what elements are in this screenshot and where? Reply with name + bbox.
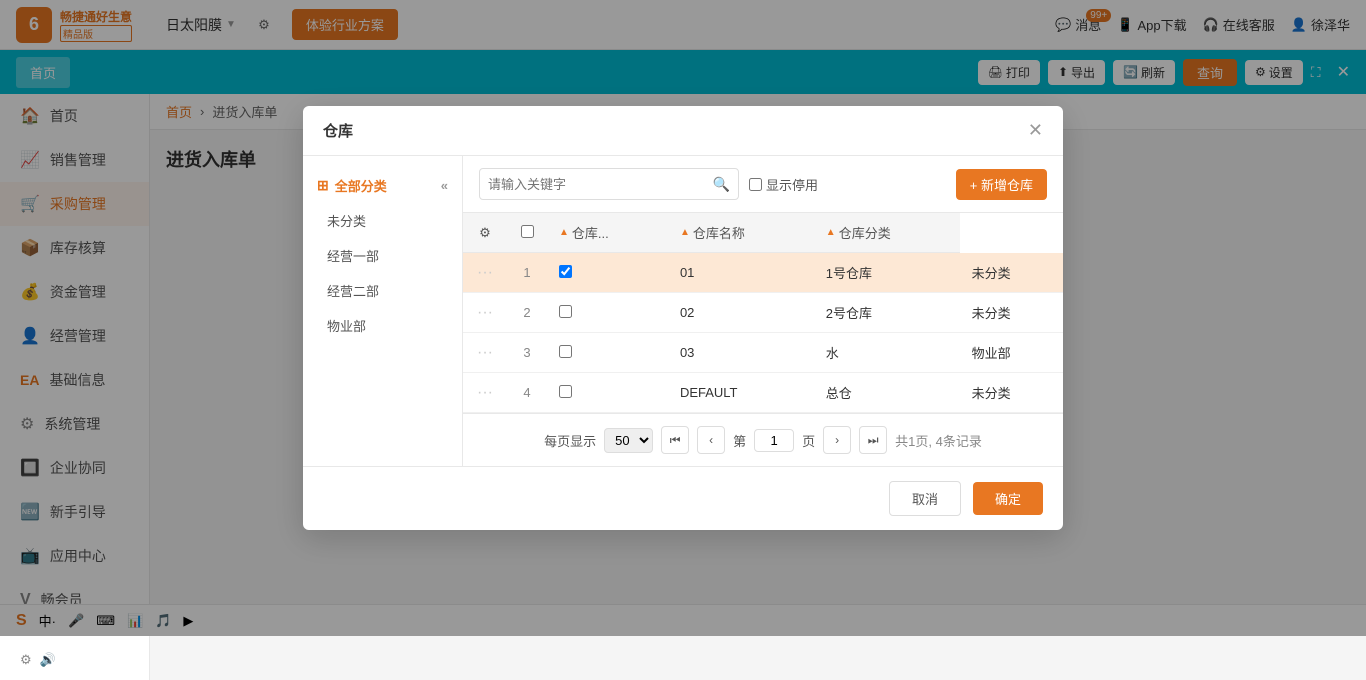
modal-header: 仓库 ✕ xyxy=(303,106,1063,156)
sort-icon-name: ▲ xyxy=(680,227,690,238)
table-header-row: ⚙ ▲ 仓库... xyxy=(463,213,1063,253)
th-checkbox xyxy=(507,213,547,253)
row-index: 4 xyxy=(507,373,547,413)
modal-close-button[interactable]: ✕ xyxy=(1028,120,1043,141)
settings-bottom-icon[interactable]: ⚙ xyxy=(20,652,32,668)
table-row[interactable]: ··· 3 03 水 物业部 xyxy=(463,333,1063,373)
table-toolbar: 🔍 显示停用 + 新增仓库 xyxy=(463,156,1063,213)
modal-body: ⊞ 全部分类 « 未分类 经营一部 经营二部 物业部 🔍 xyxy=(303,156,1063,466)
row-code: DEFAULT xyxy=(668,373,814,413)
row-actions[interactable]: ··· xyxy=(477,344,493,361)
row-checkbox-cell xyxy=(547,373,668,413)
modal-footer: 取消 确定 xyxy=(303,466,1063,530)
category-item-property[interactable]: 物业部 xyxy=(303,308,462,343)
row-code: 03 xyxy=(668,333,814,373)
page-prev-btn[interactable]: ‹ xyxy=(697,426,725,454)
category-item-ops2[interactable]: 经营二部 xyxy=(303,273,462,308)
table-row[interactable]: ··· 2 02 2号仓库 未分类 xyxy=(463,293,1063,333)
row-category: 物业部 xyxy=(960,333,1063,373)
row-num: ··· xyxy=(463,373,507,413)
category-item-uncategorized[interactable]: 未分类 xyxy=(303,203,462,238)
page-number-input[interactable] xyxy=(754,429,794,452)
sidebar-bottom: ⚙ 🔊 xyxy=(0,640,149,680)
row-category: 未分类 xyxy=(960,253,1063,293)
row-num: ··· xyxy=(463,253,507,293)
warehouse-modal: 仓库 ✕ ⊞ 全部分类 « 未分类 经营一部 经营二部 物业部 xyxy=(303,106,1063,530)
row-index: 2 xyxy=(507,293,547,333)
search-icon: 🔍 xyxy=(713,176,730,193)
row-checkbox-cell xyxy=(547,333,668,373)
row-checkbox[interactable] xyxy=(559,265,572,278)
warehouse-table: ⚙ ▲ 仓库... xyxy=(463,213,1063,413)
data-table: ⚙ ▲ 仓库... xyxy=(463,213,1063,413)
th-category: ▲ 仓库分类 xyxy=(814,213,960,253)
sort-icon-category: ▲ xyxy=(826,227,836,238)
sound-icon[interactable]: 🔊 xyxy=(40,652,56,668)
row-index: 1 xyxy=(507,253,547,293)
modal-title: 仓库 xyxy=(323,120,353,141)
page-size-select[interactable]: 50 xyxy=(604,428,653,453)
cancel-button[interactable]: 取消 xyxy=(889,481,961,516)
modal-overlay[interactable]: 仓库 ✕ ⊞ 全部分类 « 未分类 经营一部 经营二部 物业部 xyxy=(0,0,1366,636)
page-next-btn[interactable]: › xyxy=(823,426,851,454)
row-checkbox-cell xyxy=(547,293,668,333)
pagination-bar: 每页显示 50 ⏮ ‹ 第 页 › ⏭ 共1页, 4条记录 xyxy=(463,413,1063,466)
row-checkbox-cell xyxy=(547,253,668,293)
row-code: 02 xyxy=(668,293,814,333)
category-collapse-icon[interactable]: « xyxy=(441,178,448,193)
settings-th-icon: ⚙ xyxy=(479,225,491,240)
row-actions[interactable]: ··· xyxy=(477,264,493,281)
table-panel: 🔍 显示停用 + 新增仓库 ⚙ xyxy=(463,156,1063,466)
row-actions[interactable]: ··· xyxy=(477,304,493,321)
add-warehouse-button[interactable]: + 新增仓库 xyxy=(956,169,1047,200)
show-disabled-label[interactable]: 显示停用 xyxy=(749,175,818,194)
row-name: 总仓 xyxy=(814,373,960,413)
row-num: ··· xyxy=(463,293,507,333)
search-input[interactable] xyxy=(488,177,713,192)
table-row[interactable]: ··· 4 DEFAULT 总仓 未分类 xyxy=(463,373,1063,413)
category-item-ops1[interactable]: 经营一部 xyxy=(303,238,462,273)
row-actions[interactable]: ··· xyxy=(477,384,493,401)
th-code: ▲ 仓库... xyxy=(547,213,668,253)
row-checkbox[interactable] xyxy=(559,305,572,318)
page-first-btn[interactable]: ⏮ xyxy=(661,426,689,454)
category-all[interactable]: ⊞ 全部分类 « xyxy=(303,168,462,203)
sort-icon-code: ▲ xyxy=(559,227,569,238)
page-last-btn[interactable]: ⏭ xyxy=(859,426,887,454)
row-checkbox[interactable] xyxy=(559,345,572,358)
row-name: 水 xyxy=(814,333,960,373)
row-name: 2号仓库 xyxy=(814,293,960,333)
row-num: ··· xyxy=(463,333,507,373)
grid-icon: ⊞ xyxy=(317,177,329,194)
search-input-wrap: 🔍 xyxy=(479,168,739,200)
table-body: ··· 1 01 1号仓库 未分类 ··· 2 02 2号仓库 未分类 ··· xyxy=(463,253,1063,413)
select-all-checkbox[interactable] xyxy=(521,225,534,238)
category-panel: ⊞ 全部分类 « 未分类 经营一部 经营二部 物业部 xyxy=(303,156,463,466)
th-name: ▲ 仓库名称 xyxy=(668,213,814,253)
row-category: 未分类 xyxy=(960,293,1063,333)
row-name: 1号仓库 xyxy=(814,253,960,293)
row-checkbox[interactable] xyxy=(559,385,572,398)
th-settings: ⚙ xyxy=(463,213,507,253)
row-index: 3 xyxy=(507,333,547,373)
confirm-button[interactable]: 确定 xyxy=(973,482,1043,515)
row-code: 01 xyxy=(668,253,814,293)
row-category: 未分类 xyxy=(960,373,1063,413)
show-disabled-checkbox[interactable] xyxy=(749,178,762,191)
table-row[interactable]: ··· 1 01 1号仓库 未分类 xyxy=(463,253,1063,293)
